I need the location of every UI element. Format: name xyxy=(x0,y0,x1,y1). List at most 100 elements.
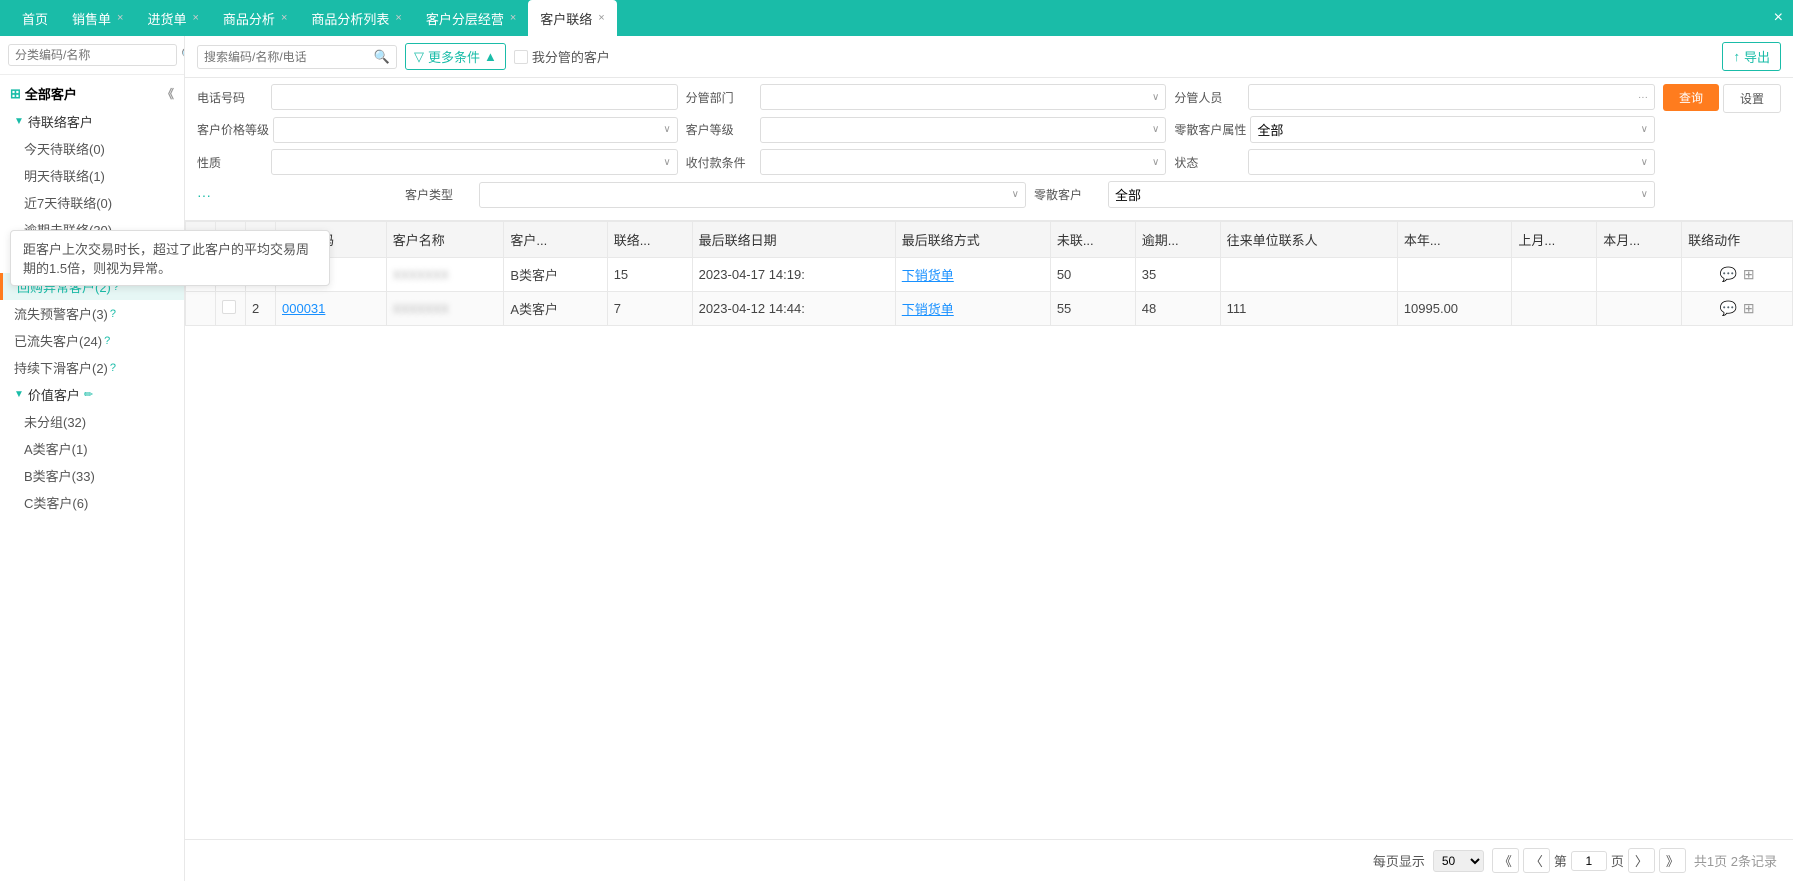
filter-person: 分管人员 ··· xyxy=(1174,84,1655,110)
setting-button[interactable]: 设置 xyxy=(1723,84,1781,113)
customer-level-select[interactable]: ∨ xyxy=(760,117,1167,143)
next-page-btn[interactable]: 〉 xyxy=(1628,848,1655,873)
nav-customer-contact[interactable]: 客户联络 × xyxy=(528,0,616,36)
col-overdue: 逾期... xyxy=(1135,222,1220,258)
filter-icon: ▽ xyxy=(414,49,424,65)
question-icon-2[interactable]: ? xyxy=(104,335,110,347)
my-customers-check-input[interactable] xyxy=(514,50,528,64)
nav-product-analysis[interactable]: 商品分析 × xyxy=(211,0,299,36)
nav-customer-contact-close[interactable]: × xyxy=(598,12,604,24)
ungroup-customers[interactable]: 未分组(32) xyxy=(0,408,184,435)
export-icon: ↑ xyxy=(1733,49,1740,64)
row2-name-value: XXXXXXX xyxy=(393,302,449,316)
sidebar-collapse-btn[interactable]: 《 xyxy=(162,85,174,102)
declining-customers[interactable]: 持续下滑客户(2) ? xyxy=(0,354,184,381)
row1-chat-icon[interactable]: 💬 xyxy=(1719,266,1736,283)
retail-customer-select[interactable]: 全部 ∨ xyxy=(1108,181,1655,208)
row2-action-icons: 💬 ⊞ xyxy=(1688,300,1786,317)
export-button[interactable]: ↑ 导出 xyxy=(1722,42,1781,71)
toolbar: 🔍 ▽ 更多条件 ▲ 我分管的客户 ↑ 导出 xyxy=(185,36,1793,78)
my-customers-checkbox[interactable]: 我分管的客户 xyxy=(514,47,610,66)
row2-code[interactable]: 000031 xyxy=(276,292,387,326)
nav-product-analysis-close[interactable]: × xyxy=(281,12,287,24)
nav-product-list[interactable]: 商品分析列表 × xyxy=(299,0,413,36)
search-input[interactable] xyxy=(204,50,370,64)
nav-purchase-close[interactable]: × xyxy=(192,12,198,24)
row2-overdue: 48 xyxy=(1135,292,1220,326)
data-table: ⚙ 客户编码 客户名称 客户... 联络... 最后联络日期 最后联络方式 未联 xyxy=(185,221,1793,326)
table-scroll-wrapper: ⚙ 客户编码 客户名称 客户... 联络... 最后联络日期 最后联络方式 未联 xyxy=(185,221,1793,881)
row2-unit-contact: 111 xyxy=(1220,292,1397,326)
filter-retail-customer: 零散客户 全部 ∨ xyxy=(1034,181,1655,208)
status-select[interactable]: ∨ xyxy=(1248,149,1655,175)
query-button[interactable]: 查询 xyxy=(1663,84,1719,111)
first-page-btn[interactable]: 《 xyxy=(1492,848,1519,873)
col-uncontacted: 未联... xyxy=(1050,222,1135,258)
row1-last-date: 2023-04-17 14:19: xyxy=(692,258,895,292)
row2-uncontacted: 55 xyxy=(1050,292,1135,326)
window-close-icon[interactable]: × xyxy=(1774,9,1783,27)
pending-contact-header[interactable]: ▼ 待联络客户 xyxy=(0,108,184,135)
gender-select[interactable]: ∨ xyxy=(271,149,678,175)
row2-contact: 7 xyxy=(607,292,692,326)
all-customers-header[interactable]: ⊞ 全部客户 《 xyxy=(0,79,184,108)
row1-last-method[interactable]: 下销货单 xyxy=(895,258,1050,292)
filter-customer-type: 客户类型 ∨ xyxy=(405,182,1026,208)
row2-gear xyxy=(186,292,216,326)
nav-purchase[interactable]: 进货单 × xyxy=(135,0,210,36)
price-level-select[interactable]: ∨ xyxy=(273,117,678,143)
tooltip-box: 距客户上次交易时长，超过了此客户的平均交易周期的1.5倍，则视为异常。 xyxy=(10,230,184,286)
col-contact: 联络... xyxy=(607,222,692,258)
search-icon[interactable]: 🔍 xyxy=(374,49,390,65)
edit-icon[interactable]: ✏ xyxy=(84,388,93,401)
value-customer-section[interactable]: ▼ 价值客户 ✏ xyxy=(0,381,184,408)
row2-last-date: 2023-04-12 14:44: xyxy=(692,292,895,326)
sidebar-search-input[interactable] xyxy=(8,44,177,66)
a-class-customers[interactable]: A类客户(1) xyxy=(0,435,184,462)
nav-customer-tier-close[interactable]: × xyxy=(510,12,516,24)
table-row: 2 000031 XXXXXXX A类客户 7 2023-04-12 14:44… xyxy=(186,292,1793,326)
nav-home[interactable]: 首页 xyxy=(10,0,60,36)
week-pending[interactable]: 近7天待联络(0) xyxy=(0,189,184,216)
nav-customer-tier[interactable]: 客户分层经营 × xyxy=(414,0,528,36)
filter-area: 电话号码 分管部门 ∨ xyxy=(185,78,1793,221)
row1-name: XXXXXXX xyxy=(386,258,504,292)
row2-last-method[interactable]: 下销货单 xyxy=(895,292,1050,326)
prev-page-btn[interactable]: 〈 xyxy=(1523,848,1550,873)
more-conditions-btn[interactable]: ▽ 更多条件 ▲ xyxy=(405,43,506,70)
nav-product-list-close[interactable]: × xyxy=(395,12,401,24)
toolbar-right: ↑ 导出 xyxy=(1722,42,1781,71)
last-page-btn[interactable]: 》 xyxy=(1659,848,1686,873)
chevron-up-icon: ▲ xyxy=(484,49,497,64)
dept-select[interactable]: ∨ xyxy=(760,84,1167,110)
row1-this-month xyxy=(1597,258,1682,292)
tomorrow-pending[interactable]: 明天待联络(1) xyxy=(0,162,184,189)
row2-checkbox[interactable] xyxy=(222,300,236,314)
row1-qr-icon[interactable]: ⊞ xyxy=(1743,266,1755,283)
row1-name-value: XXXXXXX xyxy=(393,268,449,282)
b-class-customers[interactable]: B类客户(33) xyxy=(0,462,184,489)
row2-qr-icon[interactable]: ⊞ xyxy=(1743,300,1755,317)
c-class-customers[interactable]: C类客户(6) xyxy=(0,489,184,516)
lost-customers[interactable]: 已流失客户(24) ? xyxy=(0,327,184,354)
row2-chat-icon[interactable]: 💬 xyxy=(1719,300,1736,317)
more-filter-icon[interactable]: ··· xyxy=(197,187,211,203)
nav-sales[interactable]: 销售单 × xyxy=(60,0,135,36)
question-icon-1[interactable]: ? xyxy=(110,308,116,320)
page-input[interactable] xyxy=(1571,851,1607,871)
filter-price-level: 客户价格等级 ∨ xyxy=(197,117,678,143)
nav-sales-close[interactable]: × xyxy=(117,12,123,24)
person-select[interactable]: ··· xyxy=(1248,84,1655,110)
row2-name: XXXXXXX xyxy=(386,292,504,326)
today-pending[interactable]: 今天待联络(0) xyxy=(0,135,184,162)
customer-type-select[interactable]: ∨ xyxy=(479,182,1026,208)
row1-unit-contact xyxy=(1220,258,1397,292)
per-page-select[interactable]: 50 10 20 100 xyxy=(1433,850,1484,872)
phone-select[interactable] xyxy=(271,84,678,110)
retail-attr-select[interactable]: 全部 ∨ xyxy=(1250,116,1655,143)
question-icon-3[interactable]: ? xyxy=(110,362,116,374)
loss-warning[interactable]: 流失预警客户(3) ? xyxy=(0,300,184,327)
filter-payment: 收付款条件 ∨ xyxy=(686,149,1167,175)
row1-overdue: 35 xyxy=(1135,258,1220,292)
payment-select[interactable]: ∨ xyxy=(760,149,1167,175)
